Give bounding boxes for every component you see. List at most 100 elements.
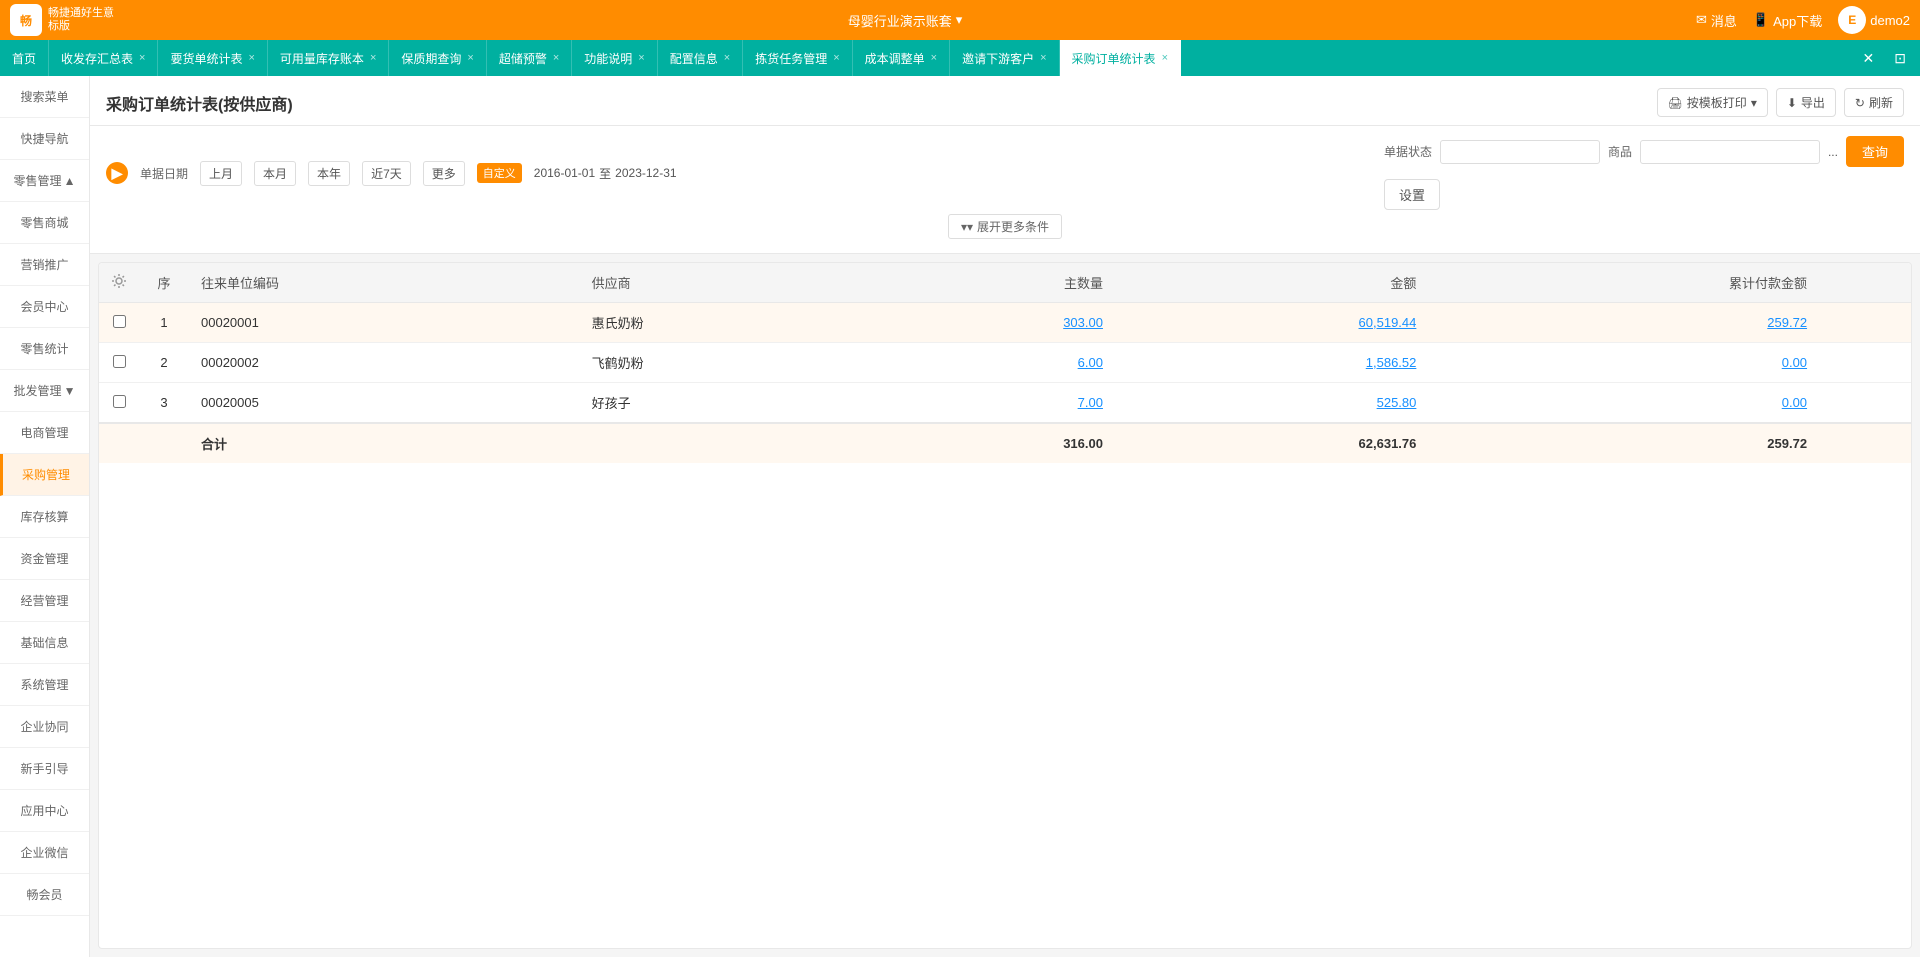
status-label: 单据状态	[1384, 143, 1432, 160]
export-button[interactable]: ⬇ 导出	[1776, 88, 1836, 117]
close-tab-tuo[interactable]: ×	[833, 52, 839, 64]
nav-close-btn[interactable]: ✕	[1857, 48, 1881, 69]
date-shortcut-lastmonth[interactable]: 上月	[200, 161, 242, 186]
sidebar-item-finance[interactable]: 资金管理	[0, 538, 89, 580]
settings-button[interactable]: 设置	[1384, 179, 1440, 210]
row2-extra	[1819, 343, 1911, 383]
query-button[interactable]: 查询	[1846, 136, 1904, 167]
row2-supplier-code: 00020002	[189, 343, 580, 383]
date-shortcut-more[interactable]: 更多	[423, 161, 465, 186]
row2-paid[interactable]: 0.00	[1428, 343, 1819, 383]
close-tab-caigou[interactable]: ×	[1162, 52, 1168, 64]
tab-chengben[interactable]: 成本调整单 ×	[853, 40, 950, 76]
column-settings-icon[interactable]	[111, 273, 127, 289]
sidebar-item-retailstat[interactable]: 零售统计	[0, 328, 89, 370]
row1-qty[interactable]: 303.00	[871, 303, 1115, 343]
date-range: 2016-01-01 至 2023-12-31	[534, 165, 677, 182]
tab-home[interactable]: 首页	[0, 40, 49, 76]
sidebar-item-operations[interactable]: 经营管理	[0, 580, 89, 622]
tab-tuo[interactable]: 拣货任务管理 ×	[743, 40, 852, 76]
row1-checkbox[interactable]	[99, 303, 139, 343]
row3-checkbox[interactable]	[99, 383, 139, 424]
tab-shoufazh[interactable]: 收发存汇总表 ×	[49, 40, 158, 76]
close-tab-shoufazh[interactable]: ×	[139, 52, 145, 64]
refresh-button[interactable]: ↻ 刷新	[1844, 88, 1904, 117]
sidebar-item-ecommerce[interactable]: 电商管理	[0, 412, 89, 454]
print-button[interactable]: 🖨 按模板打印 ▾	[1657, 88, 1768, 117]
custom-date-badge: 自定义	[477, 163, 522, 183]
row3-extra	[1819, 383, 1911, 424]
th-amount: 金额	[1115, 263, 1428, 303]
tab-peizhi[interactable]: 配置信息 ×	[658, 40, 743, 76]
sidebar-item-basic[interactable]: 基础信息	[0, 622, 89, 664]
user-avatar: E	[1838, 6, 1866, 34]
row1-paid[interactable]: 259.72	[1428, 303, 1819, 343]
filter-toggle-btn[interactable]: ▶	[106, 162, 128, 184]
tab-caigou[interactable]: 采购订单统计表 ×	[1060, 40, 1181, 76]
sidebar-item-purchase[interactable]: 采购管理	[0, 454, 89, 496]
sidebar-item-appcenter[interactable]: 应用中心	[0, 790, 89, 832]
row3-paid[interactable]: 0.00	[1428, 383, 1819, 424]
row1-supplier-name: 惠氏奶粉	[580, 303, 871, 343]
tab-yaohuodangtj[interactable]: 要货单统计表 ×	[158, 40, 267, 76]
logo-icon: 畅	[10, 4, 42, 36]
close-tab-gongneng[interactable]: ×	[638, 52, 644, 64]
goods-input[interactable]	[1640, 140, 1820, 164]
th-extra	[1819, 263, 1911, 303]
close-tab-baojianqi[interactable]: ×	[467, 52, 473, 64]
sidebar-item-retail[interactable]: 零售管理 ▲	[0, 160, 89, 202]
sidebar-item-search[interactable]: 搜索菜单	[0, 76, 89, 118]
app-download-btn[interactable]: 📱 App下载	[1753, 11, 1822, 30]
sidebar-item-inventory[interactable]: 库存核算	[0, 496, 89, 538]
tab-yaoqing[interactable]: 邀请下游客户 ×	[950, 40, 1059, 76]
expand-conditions-btn[interactable]: ▾▾ 展开更多条件	[948, 214, 1062, 239]
th-settings[interactable]	[99, 263, 139, 303]
tab-keyongliang[interactable]: 可用量库存账本 ×	[268, 40, 389, 76]
row1-supplier-code: 00020001	[189, 303, 580, 343]
message-btn[interactable]: ✉ 消息	[1696, 11, 1737, 30]
row3-supplier-code: 00020005	[189, 383, 580, 424]
close-tab-peizhi[interactable]: ×	[724, 52, 730, 64]
row3-qty[interactable]: 7.00	[871, 383, 1115, 424]
sidebar-item-system[interactable]: 系统管理	[0, 664, 89, 706]
workspace-selector[interactable]: 母婴行业演示账套 ▾	[114, 11, 1696, 30]
nav-maximize-btn[interactable]: ⊡	[1888, 48, 1912, 69]
sidebar-item-wholesale[interactable]: 批发管理 ▼	[0, 370, 89, 412]
goods-label: 商品	[1608, 143, 1632, 160]
sidebar-item-marketing[interactable]: 营销推广	[0, 244, 89, 286]
close-tab-chengben[interactable]: ×	[931, 52, 937, 64]
row1-amount[interactable]: 60,519.44	[1115, 303, 1428, 343]
date-shortcut-thisyear[interactable]: 本年	[308, 161, 350, 186]
footer-label: 合计	[189, 423, 871, 463]
footer-paid: 259.72	[1428, 423, 1819, 463]
logo-text: 畅捷通好生意 标版	[48, 7, 114, 33]
close-tab-yaohuodangtj[interactable]: ×	[248, 52, 254, 64]
sidebar-item-retailshop[interactable]: 零售商城	[0, 202, 89, 244]
user-menu[interactable]: E demo2	[1838, 6, 1910, 34]
row3-amount[interactable]: 525.80	[1115, 383, 1428, 424]
footer-empty	[99, 423, 189, 463]
sidebar-item-newguide[interactable]: 新手引导	[0, 748, 89, 790]
row2-amount[interactable]: 1,586.52	[1115, 343, 1428, 383]
row2-qty[interactable]: 6.00	[871, 343, 1115, 383]
more-filter-btn[interactable]: ...	[1828, 145, 1838, 159]
close-tab-yaoqing[interactable]: ×	[1040, 52, 1046, 64]
row2-checkbox[interactable]	[99, 343, 139, 383]
sidebar-item-vip[interactable]: 畅会员	[0, 874, 89, 916]
date-shortcut-7days[interactable]: 近7天	[362, 161, 411, 186]
nav-tabs: 首页 收发存汇总表 × 要货单统计表 × 可用量库存账本 × 保质期查询 × 超…	[0, 40, 1920, 76]
sidebar-item-member[interactable]: 会员中心	[0, 286, 89, 328]
date-shortcut-thismonth[interactable]: 本月	[254, 161, 296, 186]
footer-amount: 62,631.76	[1115, 423, 1428, 463]
sidebar-item-corpwx[interactable]: 企业微信	[0, 832, 89, 874]
footer-qty: 316.00	[871, 423, 1115, 463]
tab-baojianqi[interactable]: 保质期查询 ×	[389, 40, 486, 76]
tab-gongneng[interactable]: 功能说明 ×	[572, 40, 657, 76]
status-select[interactable]	[1440, 140, 1600, 164]
sidebar-item-quicknav[interactable]: 快捷导航	[0, 118, 89, 160]
table-body: 1 00020001 惠氏奶粉 303.00 60,519.44 259.72 …	[99, 303, 1911, 424]
tab-chaochuyuj[interactable]: 超储预警 ×	[487, 40, 572, 76]
sidebar-item-enterprise[interactable]: 企业协同	[0, 706, 89, 748]
close-tab-keyongliang[interactable]: ×	[370, 52, 376, 64]
close-tab-chaochuyuj[interactable]: ×	[553, 52, 559, 64]
